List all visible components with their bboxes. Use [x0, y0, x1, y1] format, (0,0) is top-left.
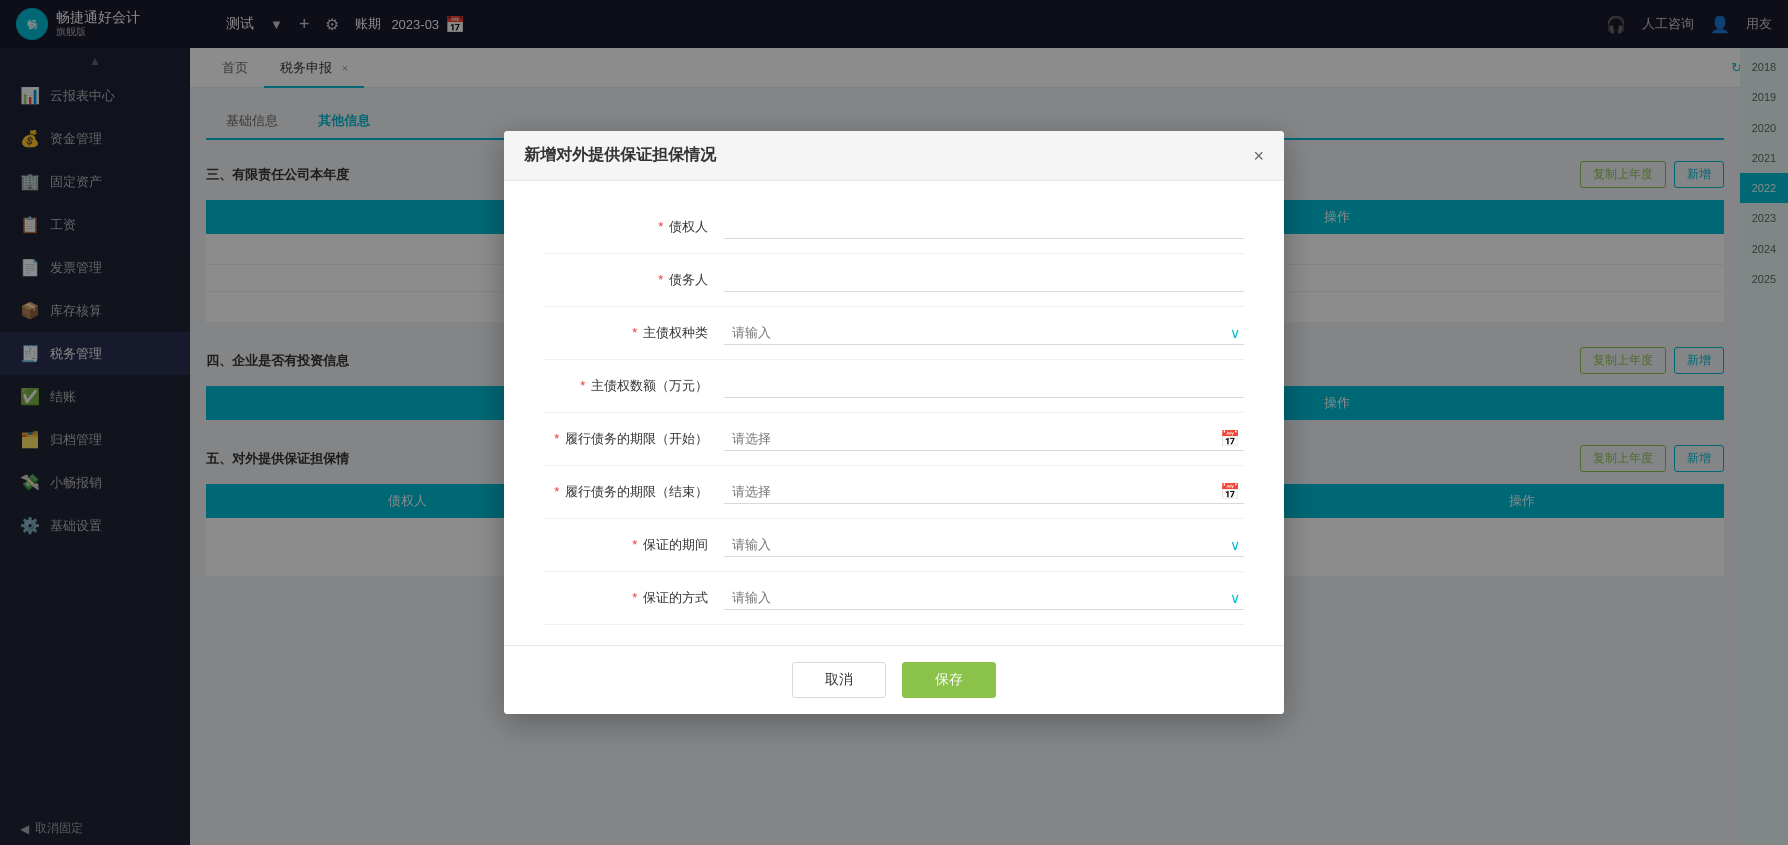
input-debtor[interactable]	[724, 268, 1244, 292]
select-guarantee-period[interactable]	[724, 533, 1230, 556]
form-row-creditor: * 债权人	[544, 201, 1244, 254]
cancel-button[interactable]: 取消	[792, 662, 886, 698]
select-wrapper-guarantee-period: ∨	[724, 533, 1244, 557]
label-claim-amount: * 主债权数额（万元）	[544, 377, 724, 395]
guarantee-method-dropdown-icon[interactable]: ∨	[1230, 590, 1244, 606]
period-end-calendar-icon[interactable]: 📅	[1220, 482, 1244, 501]
select-wrapper-guarantee-method: ∨	[724, 586, 1244, 610]
label-claim-type: * 主债权种类	[544, 324, 724, 342]
form-row-claim-amount: * 主债权数额（万元）	[544, 360, 1244, 413]
form-row-period-start: * 履行债务的期限（开始） 📅	[544, 413, 1244, 466]
date-wrapper-period-end: 📅	[724, 480, 1244, 504]
label-period-start: * 履行债务的期限（开始）	[544, 430, 724, 448]
input-creditor[interactable]	[724, 215, 1244, 239]
dialog-overlay[interactable]: 新增对外提供保证担保情况 × * 债权人 * 债务人	[0, 0, 1788, 845]
select-claim-type[interactable]	[724, 321, 1230, 344]
label-guarantee-method: * 保证的方式	[544, 589, 724, 607]
label-guarantee-period: * 保证的期间	[544, 536, 724, 554]
save-button[interactable]: 保存	[902, 662, 996, 698]
input-period-end[interactable]	[724, 480, 1220, 503]
dialog-header: 新增对外提供保证担保情况 ×	[504, 131, 1284, 181]
form-row-claim-type: * 主债权种类 ∨	[544, 307, 1244, 360]
period-start-calendar-icon[interactable]: 📅	[1220, 429, 1244, 448]
add-guarantee-dialog: 新增对外提供保证担保情况 × * 债权人 * 债务人	[504, 131, 1284, 714]
form-row-period-end: * 履行债务的期限（结束） 📅	[544, 466, 1244, 519]
label-debtor: * 债务人	[544, 271, 724, 289]
select-guarantee-method[interactable]	[724, 586, 1230, 609]
dialog-title: 新增对外提供保证担保情况	[524, 145, 716, 166]
date-wrapper-period-start: 📅	[724, 427, 1244, 451]
label-creditor: * 债权人	[544, 218, 724, 236]
label-period-end: * 履行债务的期限（结束）	[544, 483, 724, 501]
select-wrapper-claim-type: ∨	[724, 321, 1244, 345]
input-period-start[interactable]	[724, 427, 1220, 450]
form-row-guarantee-period: * 保证的期间 ∨	[544, 519, 1244, 572]
guarantee-period-dropdown-icon[interactable]: ∨	[1230, 537, 1244, 553]
form-row-guarantee-method: * 保证的方式 ∨	[544, 572, 1244, 625]
input-claim-amount[interactable]	[724, 374, 1244, 398]
dialog-close-button[interactable]: ×	[1253, 147, 1264, 165]
claim-type-dropdown-icon[interactable]: ∨	[1230, 325, 1244, 341]
dialog-body: * 债权人 * 债务人 * 主债权种类	[504, 181, 1284, 645]
form-row-debtor: * 债务人	[544, 254, 1244, 307]
dialog-footer: 取消 保存	[504, 645, 1284, 714]
